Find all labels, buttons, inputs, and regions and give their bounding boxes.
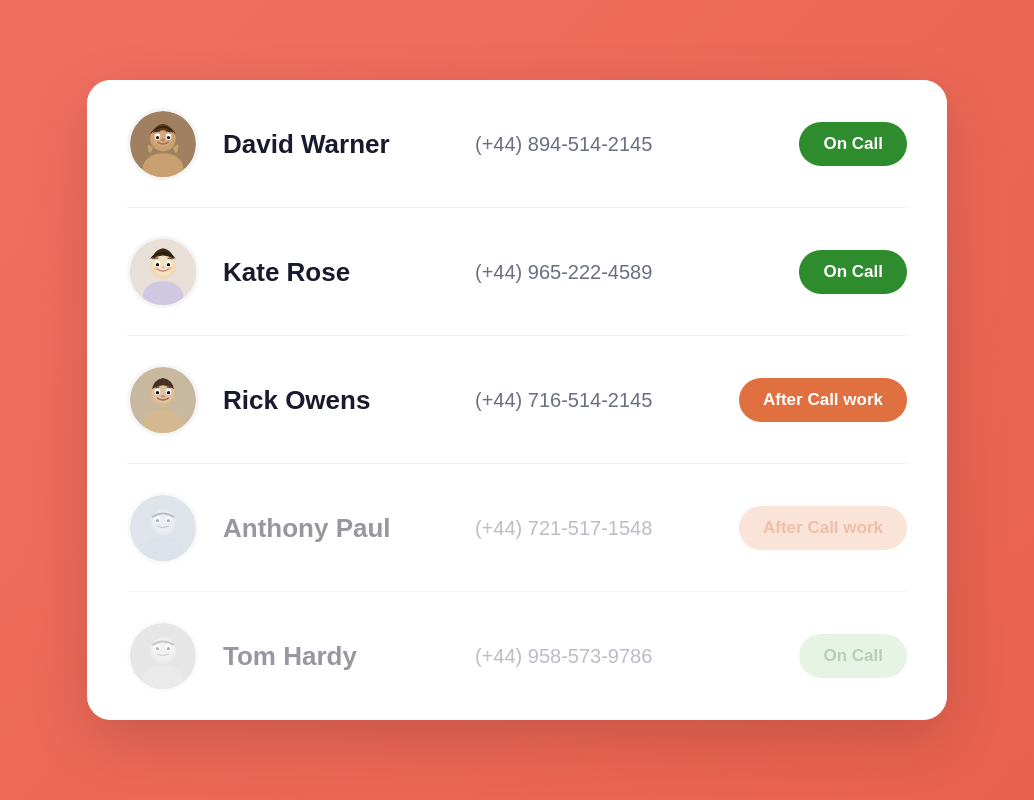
svg-point-6 [156,136,159,139]
svg-point-19 [169,267,173,271]
contact-info-kate-rose: Kate Rose (+44) 965-222-4589 On Call [223,250,907,294]
status-badge-rick-owens: After Call work [739,378,907,422]
contact-row-david-warner[interactable]: David Warner (+44) 894-514-2145 On Call [87,80,947,208]
svg-point-17 [162,266,165,268]
contact-info-anthony-paul: Anthony Paul (+44) 721-517-1548 After Call… [223,506,907,550]
contact-phone-kate-rose: (+44) 965-222-4589 [475,261,652,284]
contact-name-tom-hardy: Tom Hardy [223,641,443,672]
svg-point-16 [167,263,170,266]
svg-point-18 [154,267,158,271]
avatar-tom-hardy [127,620,199,692]
status-badge-david-warner: On Call [799,122,907,166]
svg-point-7 [167,136,170,139]
status-badge-anthony-paul: After Call work [739,506,907,550]
svg-point-35 [156,519,159,522]
svg-point-26 [156,391,159,394]
contact-phone-tom-hardy: (+44) 958-573-9786 [475,645,652,668]
contact-info-david-warner: David Warner (+44) 894-514-2145 On Call [223,122,907,166]
svg-point-36 [167,519,170,522]
status-badge-tom-hardy: On Call [799,634,907,678]
contact-phone-david-warner: (+44) 894-514-2145 [475,133,652,156]
svg-point-44 [167,647,170,650]
contact-phone-anthony-paul: (+44) 721-517-1548 [475,517,652,540]
svg-point-8 [161,139,165,142]
avatar-kate-rose [127,236,199,308]
svg-point-28 [161,395,165,398]
contact-row-anthony-paul[interactable]: Anthony Paul (+44) 721-517-1548 After Call… [87,464,947,592]
svg-point-15 [156,263,159,266]
contact-name-kate-rose: Kate Rose [223,257,443,288]
contact-name-rick-owens: Rick Owens [223,385,443,416]
status-badge-kate-rose: On Call [799,250,907,294]
avatar-anthony-paul [127,492,199,564]
avatar-david-warner [127,108,199,180]
contact-name-anthony-paul: Anthony Paul [223,513,443,544]
contact-phone-rick-owens: (+44) 716-514-2145 [475,389,652,412]
contact-name-david-warner: David Warner [223,129,443,160]
avatar-rick-owens [127,364,199,436]
contact-row-rick-owens[interactable]: Rick Owens (+44) 716-514-2145 After Call w… [87,336,947,464]
contact-info-rick-owens: Rick Owens (+44) 716-514-2145 After Call w… [223,378,907,422]
svg-point-43 [156,647,159,650]
contact-info-tom-hardy: Tom Hardy (+44) 958-573-9786 On Call [223,634,907,678]
contact-row-tom-hardy[interactable]: Tom Hardy (+44) 958-573-9786 On Call [87,592,947,720]
svg-point-27 [167,391,170,394]
contact-row-kate-rose[interactable]: Kate Rose (+44) 965-222-4589 On Call [87,208,947,336]
contacts-card: David Warner (+44) 894-514-2145 On Call Ka… [87,80,947,720]
